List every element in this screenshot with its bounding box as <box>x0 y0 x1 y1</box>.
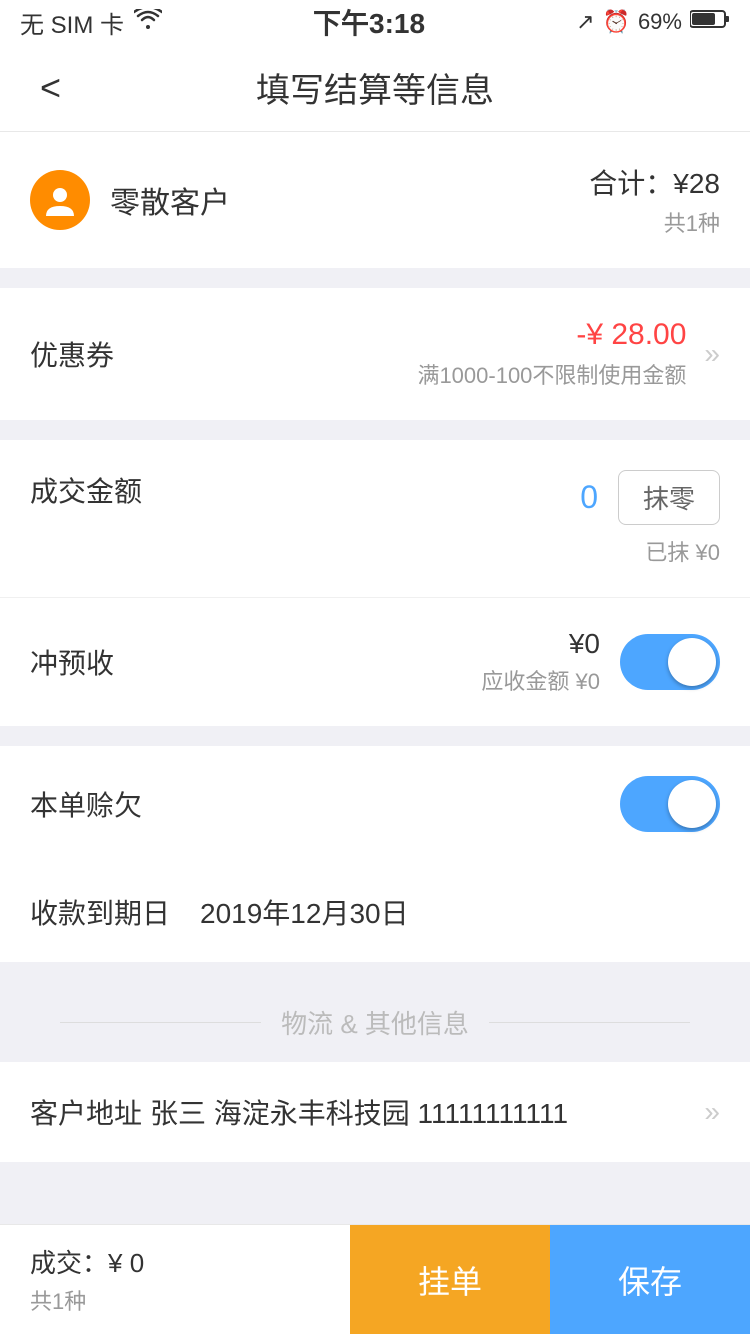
prepayment-toggle[interactable] <box>620 634 720 690</box>
total-count: 共1种 <box>589 206 720 238</box>
alarm-icon: ⏰ <box>603 9 630 35</box>
back-button[interactable]: < <box>30 57 71 119</box>
duedate-label: 收款到期日 <box>30 892 170 932</box>
hang-order-button[interactable]: 挂单 <box>350 1225 550 1334</box>
prepayment-amount: ¥0 <box>481 628 600 660</box>
logistics-divider: 物流 & 其他信息 <box>0 982 750 1062</box>
wifi-icon <box>134 8 162 36</box>
round-zero-button[interactable]: 抹零 <box>618 470 720 525</box>
person-icon <box>42 182 78 218</box>
coupon-discount: -¥ 28.00 <box>417 318 686 352</box>
no-sim-label: 无 SIM 卡 <box>20 5 124 40</box>
prepayment-values: ¥0 应收金额 ¥0 <box>481 628 600 696</box>
address-label: 客户地址 <box>30 1092 150 1132</box>
customer-total: 合计：¥28 共1种 <box>589 162 720 238</box>
debt-label: 本单赊欠 <box>30 784 142 824</box>
address-chevron-icon: » <box>704 1096 720 1128</box>
address-row[interactable]: 客户地址 张三 海淀永丰科技园 11111111111 » <box>0 1062 750 1162</box>
address-value: 张三 海淀永丰科技园 11111111111 <box>150 1092 696 1132</box>
bottom-summary-count: 共1种 <box>30 1284 320 1316</box>
debt-row: 本单赊欠 <box>0 746 750 862</box>
customer-avatar <box>30 170 90 230</box>
duedate-row: 收款到期日 2019年12月30日 <box>0 862 750 962</box>
prepayment-row: 冲预收 ¥0 应收金额 ¥0 <box>0 597 750 726</box>
status-left: 无 SIM 卡 <box>20 5 162 40</box>
already-rounded-label: 已抹 ¥0 <box>645 535 720 567</box>
summary-label: 成交： <box>30 1248 108 1278</box>
prepayment-sub: 应收金额 ¥0 <box>481 664 600 696</box>
transaction-label: 成交金额 <box>30 470 142 510</box>
toggle-circle-2 <box>668 780 716 828</box>
toggle-circle <box>668 638 716 686</box>
page-title: 填写结算等信息 <box>256 63 494 112</box>
coupon-chevron-icon: » <box>704 338 720 370</box>
bottom-bar: 成交：¥ 0 共1种 挂单 保存 <box>0 1224 750 1334</box>
coupon-desc: 满1000-100不限制使用金额 <box>417 358 686 390</box>
prepayment-label: 冲预收 <box>30 642 114 682</box>
main-content: 零散客户 合计：¥28 共1种 优惠券 -¥ 28.00 满1000-100不限… <box>0 132 750 1302</box>
coupon-right: -¥ 28.00 满1000-100不限制使用金额 » <box>417 318 720 390</box>
status-bar: 无 SIM 卡 下午3:18 ↗ ⏰ 69% <box>0 0 750 44</box>
customer-left: 零散客户 <box>30 170 230 230</box>
customer-name: 零散客户 <box>110 178 230 222</box>
customer-row: 零散客户 合计：¥28 共1种 <box>0 132 750 268</box>
status-right: ↗ ⏰ 69% <box>576 9 730 35</box>
bottom-summary: 成交：¥ 0 共1种 <box>0 1243 350 1316</box>
debt-toggle[interactable] <box>620 776 720 832</box>
transaction-value: 0 <box>580 479 598 516</box>
summary-amount: ¥ 0 <box>108 1248 144 1278</box>
bottom-summary-amount: 成交：¥ 0 <box>30 1243 320 1280</box>
customer-card: 零散客户 合计：¥28 共1种 <box>0 132 750 268</box>
prepayment-right: ¥0 应收金额 ¥0 <box>481 628 720 696</box>
battery-label: 69% <box>638 9 682 35</box>
debt-card: 本单赊欠 收款到期日 2019年12月30日 <box>0 746 750 962</box>
save-button[interactable]: 保存 <box>550 1225 750 1334</box>
coupon-card[interactable]: 优惠券 -¥ 28.00 满1000-100不限制使用金额 » <box>0 288 750 420</box>
logistics-label: 物流 & 其他信息 <box>261 1004 489 1041</box>
address-card[interactable]: 客户地址 张三 海淀永丰科技园 11111111111 » <box>0 1062 750 1162</box>
coupon-row[interactable]: 优惠券 -¥ 28.00 满1000-100不限制使用金额 » <box>0 288 750 420</box>
location-icon: ↗ <box>576 9 594 35</box>
nav-bar: < 填写结算等信息 <box>0 44 750 132</box>
transaction-sub: 已抹 ¥0 <box>0 535 750 597</box>
transaction-card: 成交金额 0 抹零 已抹 ¥0 冲预收 ¥0 应收金额 ¥0 <box>0 440 750 726</box>
battery-icon <box>690 9 730 35</box>
total-amount: 合计：¥28 <box>589 162 720 202</box>
coupon-label: 优惠券 <box>30 334 114 374</box>
status-time: 下午3:18 <box>313 2 425 42</box>
duedate-value: 2019年12月30日 <box>200 892 409 932</box>
transaction-row: 成交金额 0 抹零 <box>0 440 750 535</box>
